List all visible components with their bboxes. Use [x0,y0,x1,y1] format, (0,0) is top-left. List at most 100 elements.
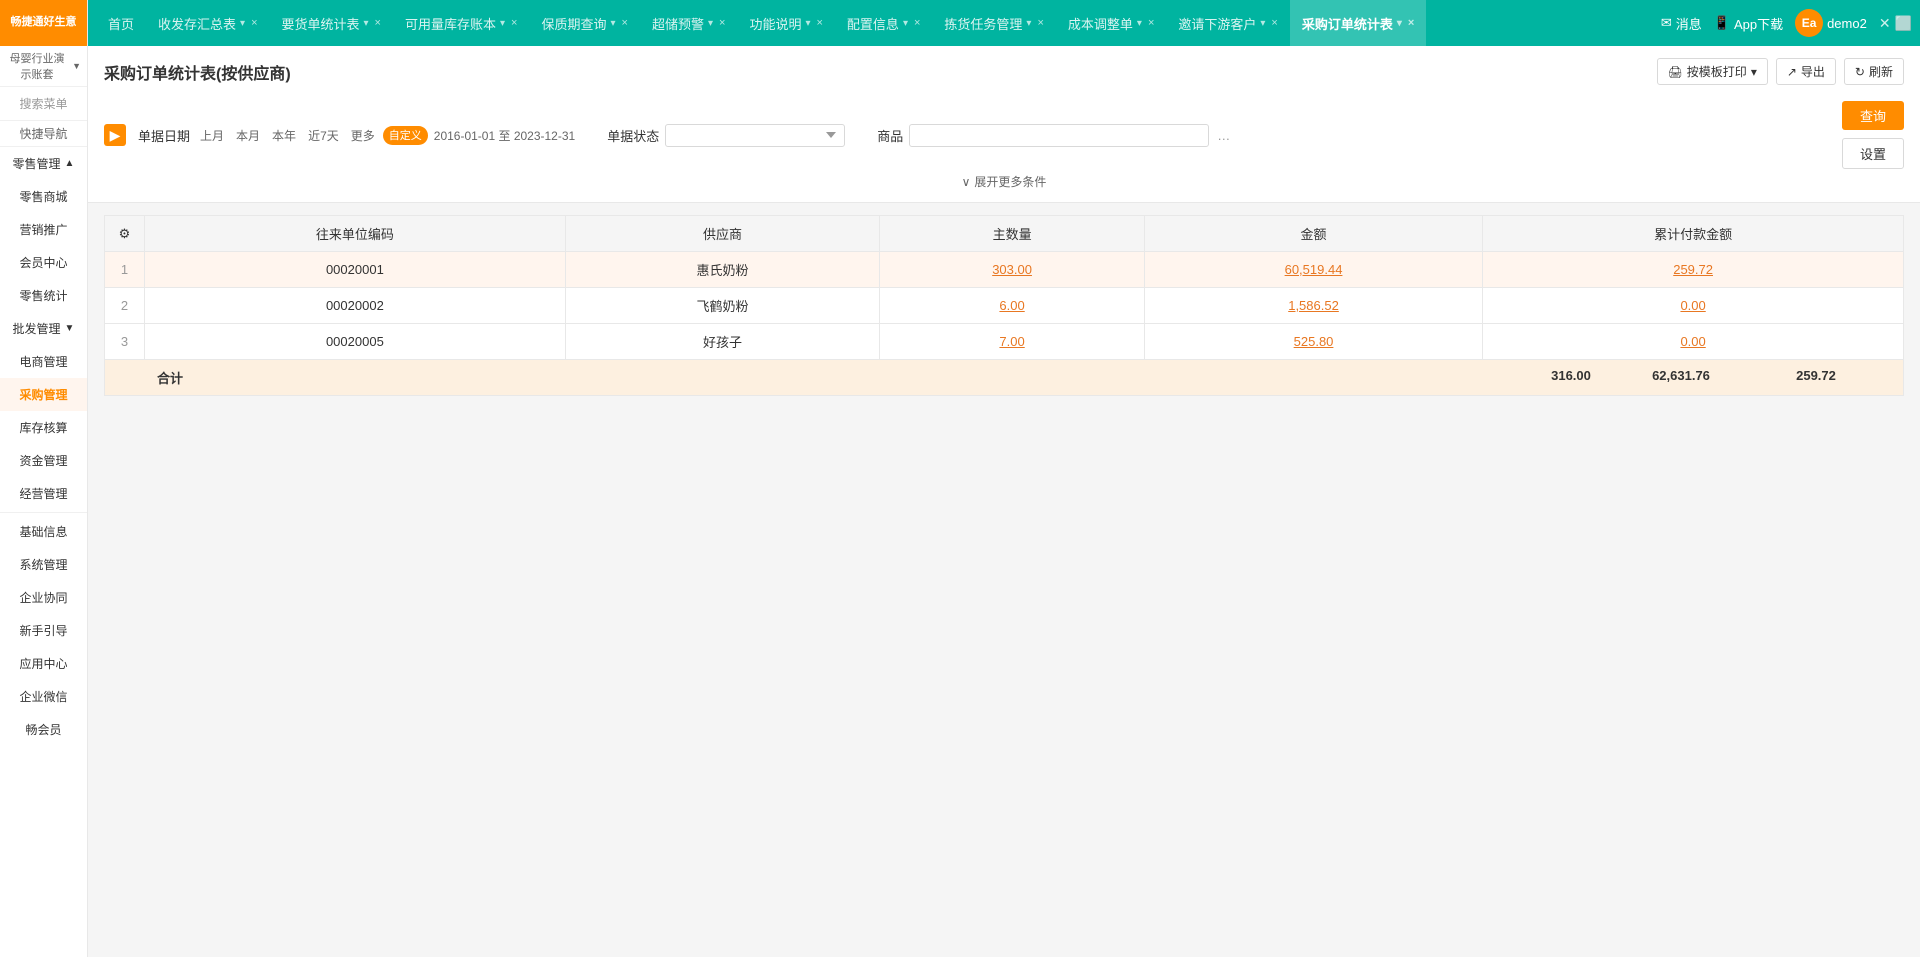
template-print-dropdown-icon: ▾ [1751,65,1757,79]
avatar: Ea [1795,9,1823,37]
row-1-amount[interactable]: 60,519.44 [1144,252,1482,288]
sidebar-item-marketing[interactable]: 营销推广 [0,213,87,246]
row-3-quantity[interactable]: 7.00 [880,324,1145,360]
tab-receive-summary[interactable]: 收发存汇总表 ▾ × [146,0,269,46]
tab-available-inventory[interactable]: 可用量库存账本 ▾ × [393,0,529,46]
expand-more-conditions-button[interactable]: ∨ 展开更多条件 [962,173,1047,190]
refresh-icon: ↻ [1855,65,1865,79]
sidebar-item-member2-label: 畅会员 [25,721,61,738]
export-button[interactable]: ↗ 导出 [1776,58,1836,85]
row-2-paid[interactable]: 0.00 [1483,288,1904,324]
footer-quantity: 316.00 [1521,368,1621,387]
user-menu[interactable]: Ea demo2 [1795,9,1867,37]
tab-order-summary[interactable]: 要货单统计表 ▾ × [270,0,393,46]
tab-receive-summary-close[interactable]: × [251,17,257,29]
tab-order-summary-close[interactable]: × [375,17,381,29]
shortcut-this-month[interactable]: 本月 [232,126,264,145]
sidebar-item-newbie-label: 新手引导 [19,622,67,639]
sidebar-item-retail-mall-label: 零售商城 [19,188,67,205]
footer-quantity-value: 316.00 [1551,368,1591,383]
filter-status-item: 单据状态 [607,124,845,147]
shortcut-last-month[interactable]: 上月 [196,126,228,145]
sidebar-item-newbie[interactable]: 新手引导 [0,614,87,647]
sidebar-item-purchase[interactable]: 采购管理 [0,378,87,411]
row-2-quantity[interactable]: 6.00 [880,288,1145,324]
tab-invite-customer-close[interactable]: × [1271,17,1277,29]
sidebar-item-ecommerce-label: 电商管理 [19,353,67,370]
sidebar-item-operation[interactable]: 经营管理 [0,477,87,510]
row-3-code: 00020005 [145,324,566,360]
tab-purchase-summary[interactable]: 采购订单统计表 ▾ × [1290,0,1426,46]
search-menu-label: 搜索菜单 [19,97,67,111]
close-window-btn[interactable]: ✕ [1879,15,1891,32]
column-settings-icon[interactable]: ⚙ [119,226,131,241]
row-3-paid[interactable]: 0.00 [1483,324,1904,360]
settings-button[interactable]: 设置 [1842,138,1904,169]
main-area: 首页 收发存汇总表 ▾ × 要货单统计表 ▾ × 可用量库存账本 ▾ × 保质期… [88,0,1920,957]
messages-btn[interactable]: ✉ 消息 [1661,14,1702,33]
sidebar-menu: 零售管理 ▲ 零售商城 营销推广 会员中心 零售统计 批发管理 ▼ 电商管理 采… [0,147,87,957]
tab-cost-adjust-arrow: ▾ [1137,18,1142,29]
tab-overstock-alert-arrow: ▾ [708,18,713,29]
row-3-amount[interactable]: 525.80 [1144,324,1482,360]
sidebar-item-inventory[interactable]: 库存核算 [0,411,87,444]
tab-overstock-alert-close[interactable]: × [719,17,725,29]
maximize-window-btn[interactable]: ⬜ [1895,15,1912,32]
shortcut-this-year[interactable]: 本年 [268,126,300,145]
filter-more-row: ∨ 展开更多条件 [104,169,1904,194]
tab-expiry-query[interactable]: 保质期查询 ▾ × [529,0,639,46]
tab-pickup-task[interactable]: 拣货任务管理 ▾ × [932,0,1055,46]
quick-nav[interactable]: 快捷导航 [0,121,87,147]
tab-function-desc[interactable]: 功能说明 ▾ × [737,0,834,46]
goods-input[interactable] [909,124,1209,147]
sidebar-item-weixin[interactable]: 企业微信 [0,680,87,713]
date-custom-badge[interactable]: 自定义 [383,126,428,145]
row-1-quantity[interactable]: 303.00 [880,252,1145,288]
template-print-button[interactable]: 🖨 按模板打印 ▾ [1657,58,1768,85]
sidebar-item-basic[interactable]: 基础信息 [0,515,87,548]
sidebar-item-retail-stat[interactable]: 零售统计 [0,279,87,312]
goods-more-icon[interactable]: … [1217,128,1230,143]
tab-expiry-query-close[interactable]: × [622,17,628,29]
tab-home[interactable]: 首页 [96,0,146,46]
tab-invite-customer[interactable]: 邀请下游客户 ▾ × [1166,0,1289,46]
row-2-code: 00020002 [145,288,566,324]
sidebar-item-enterprise[interactable]: 企业协同 [0,581,87,614]
shortcut-more[interactable]: 更多 [347,126,379,145]
row-1-paid[interactable]: 259.72 [1483,252,1904,288]
sidebar-item-appstore[interactable]: 应用中心 [0,647,87,680]
search-menu[interactable]: 搜索菜单 [0,87,87,121]
tab-config-info[interactable]: 配置信息 ▾ × [835,0,932,46]
refresh-button[interactable]: ↻ 刷新 [1844,58,1904,85]
sidebar-item-ecommerce[interactable]: 电商管理 [0,345,87,378]
tab-pickup-task-close[interactable]: × [1037,17,1043,29]
tab-cost-adjust[interactable]: 成本调整单 ▾ × [1056,0,1166,46]
tab-cost-adjust-close[interactable]: × [1148,17,1154,29]
tab-order-summary-label: 要货单统计表 [282,14,360,33]
sidebar-item-member[interactable]: 会员中心 [0,246,87,279]
filter-date-item: 单据日期 上月 本月 本年 近7天 更多 自定义 2016-01-01 至 20… [138,126,575,145]
app-download-btn[interactable]: 📱 App下载 [1714,14,1783,33]
tab-function-desc-close[interactable]: × [816,17,822,29]
account-switcher[interactable]: 母婴行业演示账套 ▼ [0,46,87,87]
filter-collapse-button[interactable]: ▶ [104,124,126,146]
sidebar-item-retail[interactable]: 零售管理 ▲ [0,147,87,180]
tab-overstock-alert[interactable]: 超储预警 ▾ × [640,0,737,46]
tab-available-inventory-close[interactable]: × [511,17,517,29]
sidebar-item-retail-mall[interactable]: 零售商城 [0,180,87,213]
row-2-amount[interactable]: 1,586.52 [1144,288,1482,324]
sidebar-item-wholesale-arrow: ▼ [65,323,75,334]
status-select[interactable] [665,124,845,147]
messages-icon: ✉ [1661,15,1672,31]
sidebar-item-wholesale[interactable]: 批发管理 ▼ [0,312,87,345]
footer-amount: 62,631.76 [1621,368,1741,387]
date-shortcuts: 上月 本月 本年 近7天 更多 自定义 [196,126,428,145]
tab-purchase-summary-close[interactable]: × [1408,17,1414,29]
shortcut-7days[interactable]: 近7天 [304,126,343,145]
sidebar-item-member2[interactable]: 畅会员 [0,713,87,746]
tab-config-info-close[interactable]: × [914,17,920,29]
sidebar-item-finance[interactable]: 资金管理 [0,444,87,477]
sidebar-item-system[interactable]: 系统管理 [0,548,87,581]
footer-amount-value: 62,631.76 [1652,368,1710,383]
query-button[interactable]: 查询 [1842,101,1904,130]
